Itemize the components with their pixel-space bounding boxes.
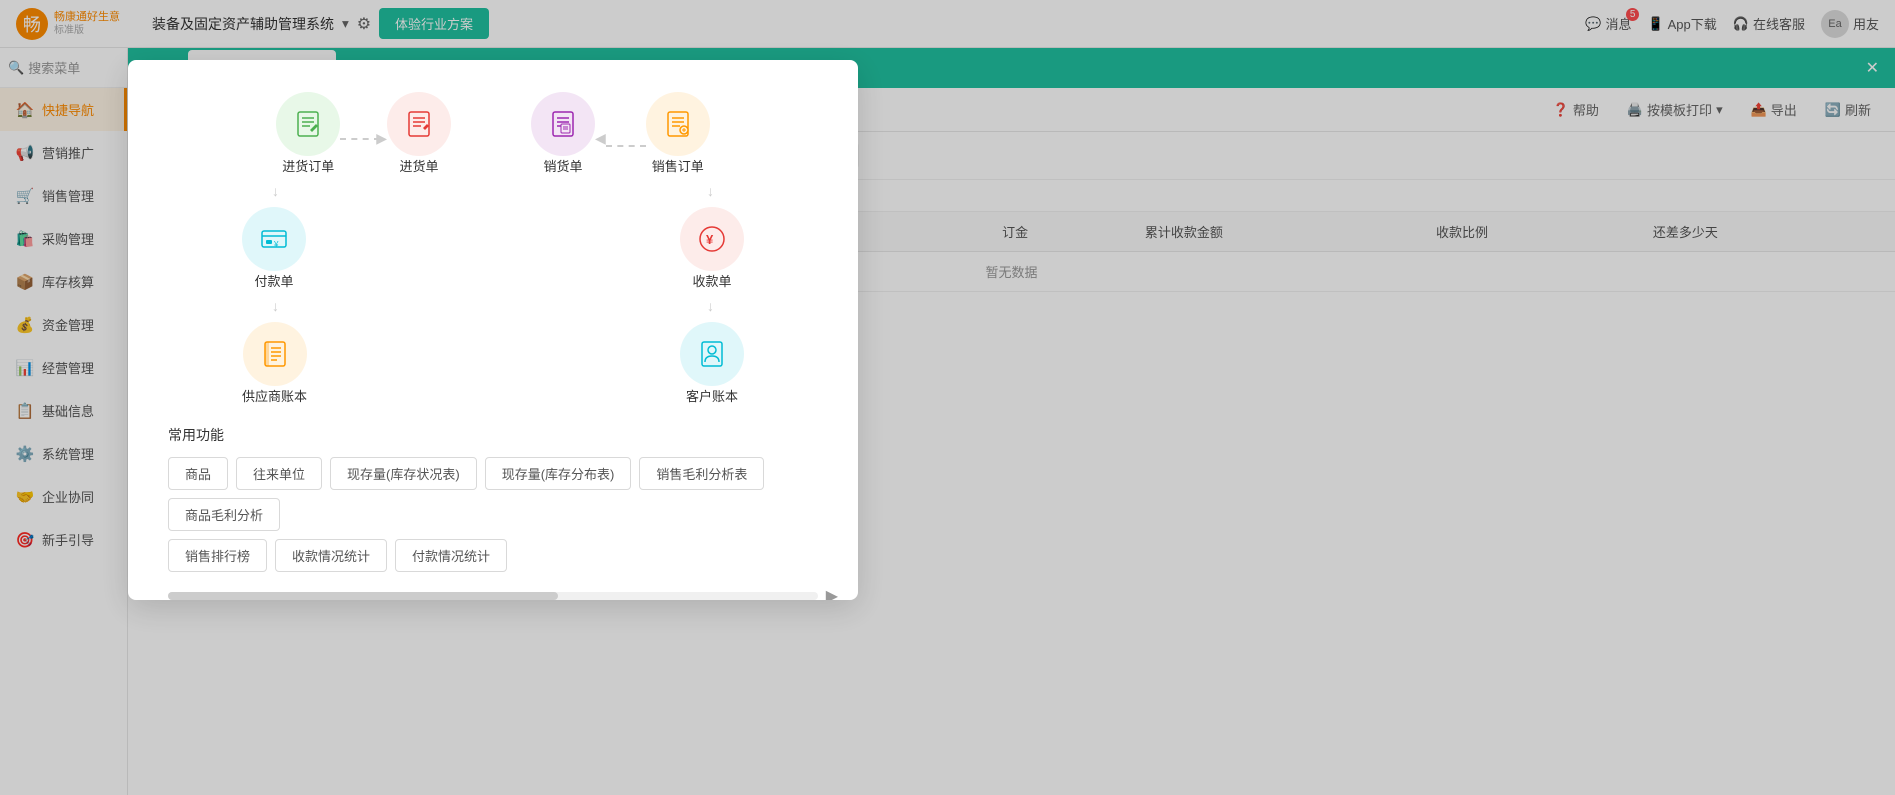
btn-sales-ranking[interactable]: 销售排行榜: [168, 539, 267, 572]
purchase-order-icon: [276, 92, 340, 156]
down-arrows-row-2: ↓ ↓: [168, 294, 818, 318]
payment-icon: ¥: [242, 207, 306, 271]
customer-ledger-icon: [680, 322, 744, 386]
common-buttons-row2: 销售排行榜 收款情况统计 付款情况统计: [168, 539, 818, 572]
supplier-ledger-label: 供应商账本: [242, 386, 307, 405]
flow-supplier-ledger[interactable]: 供应商账本: [242, 322, 307, 405]
sales-order-icon: [646, 92, 710, 156]
customer-ledger-label: 客户账本: [686, 386, 738, 405]
sales-order-label: 销售订单: [652, 156, 704, 175]
btn-receipt-stats[interactable]: 收款情况统计: [275, 539, 387, 572]
btn-product-profit-analysis[interactable]: 商品毛利分析: [168, 498, 280, 531]
flow-third-row: 供应商账本 客户账本: [168, 322, 818, 405]
flow-customer-ledger[interactable]: 客户账本: [680, 322, 744, 405]
common-functions-section: 常用功能 商品 往来单位 现存量(库存状况表) 现存量(库存分布表) 销售毛利分…: [168, 425, 818, 572]
arrow-left-1: ◀: [595, 130, 646, 175]
flow-purchase-order[interactable]: 进货订单: [276, 92, 340, 175]
flow-purchase-receipt[interactable]: 进货单: [387, 92, 451, 175]
supplier-ledger-icon: [243, 322, 307, 386]
flow-top-row: 进货订单 ▶ 进货单: [168, 92, 818, 175]
flow-sales-order[interactable]: 销售订单: [646, 92, 710, 175]
common-functions-title: 常用功能: [168, 425, 818, 445]
collection-label: 收款单: [692, 271, 731, 290]
btn-stock-status[interactable]: 现存量(库存状况表): [330, 457, 477, 490]
purchase-receipt-label: 进货单: [399, 156, 438, 175]
btn-sales-profit-analysis[interactable]: 销售毛利分析表: [639, 457, 764, 490]
svg-text:¥: ¥: [273, 240, 279, 249]
common-buttons-row1: 商品 往来单位 现存量(库存状况表) 现存量(库存分布表) 销售毛利分析表 商品…: [168, 457, 818, 531]
down-arrow-sales: ↓: [707, 183, 714, 199]
sales-receipt-label: 销货单: [543, 156, 582, 175]
modal-scrollbar-thumb: [168, 592, 558, 600]
flow-sales-receipt[interactable]: 销货单: [531, 92, 595, 175]
modal-scrollbar[interactable]: ▶: [168, 592, 818, 600]
purchase-order-label: 进货订单: [282, 156, 334, 175]
flow-collection[interactable]: ¥ 收款单: [680, 207, 744, 290]
btn-payment-stats[interactable]: 付款情况统计: [395, 539, 507, 572]
svg-text:¥: ¥: [706, 232, 714, 247]
modal-overlay[interactable]: 进货订单 ▶ 进货单: [0, 0, 1895, 795]
modal-box: 进货订单 ▶ 进货单: [128, 60, 858, 600]
flow-payment[interactable]: ¥ 付款单: [242, 207, 306, 290]
down-arrow-purchase: ↓: [272, 183, 279, 199]
btn-partner[interactable]: 往来单位: [236, 457, 322, 490]
purchase-receipt-icon: [387, 92, 451, 156]
sales-receipt-icon: [531, 92, 595, 156]
flow-second-row: ¥ 付款单 ¥ 收款单: [168, 207, 818, 290]
arrow-right-1: ▶: [340, 130, 387, 175]
down-arrows-row: ↓ ↓: [168, 179, 818, 203]
btn-stock-distribution[interactable]: 现存量(库存分布表): [485, 457, 632, 490]
scroll-right-btn[interactable]: ▶: [826, 586, 838, 600]
payment-label: 付款单: [254, 271, 293, 290]
btn-product[interactable]: 商品: [168, 457, 228, 490]
collection-icon: ¥: [680, 207, 744, 271]
down-arrow-customer: ↓: [707, 298, 714, 314]
down-arrow-supplier: ↓: [272, 298, 279, 314]
